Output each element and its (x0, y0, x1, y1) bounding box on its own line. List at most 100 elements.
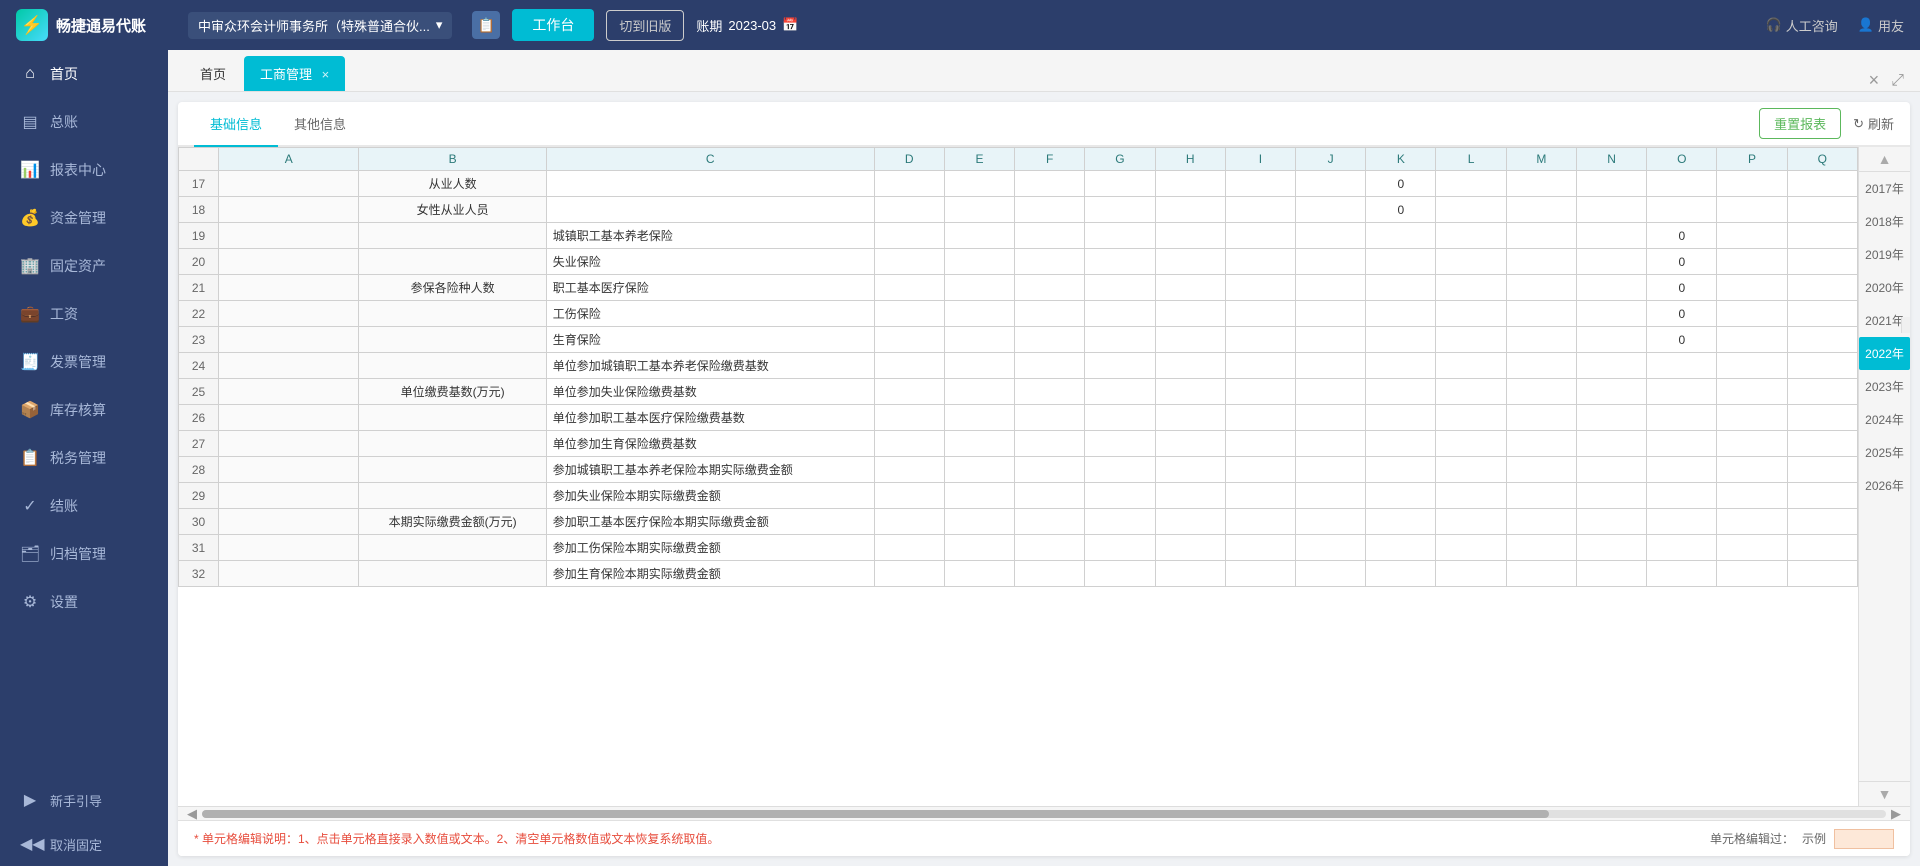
cell-col-m[interactable] (1506, 561, 1576, 587)
cell-col-a[interactable] (219, 431, 359, 457)
cell-col-g[interactable] (1085, 171, 1155, 197)
ai-consult-button[interactable]: 🎧 人工咨询 (1766, 16, 1838, 35)
cell-col-g[interactable] (1085, 431, 1155, 457)
cell-col-l[interactable] (1436, 275, 1506, 301)
cell-col-a[interactable] (219, 249, 359, 275)
cell-col-j[interactable] (1296, 353, 1366, 379)
cell-col-c[interactable]: 生育保险 (546, 327, 874, 353)
cell-col-i[interactable] (1225, 249, 1295, 275)
cell-col-g[interactable] (1085, 353, 1155, 379)
sidebar-item-tax[interactable]: 📋税务管理 (0, 434, 168, 482)
cell-col-b[interactable] (359, 561, 546, 587)
cell-col-j[interactable] (1296, 327, 1366, 353)
cell-col-q[interactable] (1787, 535, 1857, 561)
reset-report-button[interactable]: 重置报表 (1759, 108, 1841, 139)
cell-col-e[interactable] (944, 301, 1014, 327)
cell-col-h[interactable] (1155, 509, 1225, 535)
cell-col-b[interactable] (359, 301, 546, 327)
cell-col-d[interactable] (874, 561, 944, 587)
cell-col-k[interactable]: 0 (1366, 197, 1436, 223)
cell-col-d[interactable] (874, 353, 944, 379)
cell-col-h[interactable] (1155, 353, 1225, 379)
cell-col-j[interactable] (1296, 535, 1366, 561)
cell-col-e[interactable] (944, 431, 1014, 457)
cell-col-j[interactable] (1296, 223, 1366, 249)
cell-col-a[interactable] (219, 405, 359, 431)
cell-col-k[interactable] (1366, 561, 1436, 587)
cell-col-p[interactable] (1717, 561, 1787, 587)
cell-col-o[interactable]: 0 (1647, 327, 1717, 353)
cell-col-k[interactable] (1366, 249, 1436, 275)
cell-col-o[interactable]: 0 (1647, 223, 1717, 249)
cell-col-e[interactable] (944, 535, 1014, 561)
cell-col-m[interactable] (1506, 197, 1576, 223)
year-item-2017年[interactable]: 2017年 (1859, 172, 1910, 205)
cell-col-a[interactable] (219, 379, 359, 405)
cell-col-c[interactable]: 单位参加城镇职工基本养老保险缴费基数 (546, 353, 874, 379)
cell-col-h[interactable] (1155, 483, 1225, 509)
cell-col-e[interactable] (944, 483, 1014, 509)
cell-col-h[interactable] (1155, 457, 1225, 483)
cell-col-l[interactable] (1436, 509, 1506, 535)
year-item-2026年[interactable]: 2026年 (1859, 469, 1910, 502)
cell-col-b[interactable] (359, 483, 546, 509)
cell-col-k[interactable]: 0 (1366, 171, 1436, 197)
cell-col-q[interactable] (1787, 327, 1857, 353)
cell-col-m[interactable] (1506, 275, 1576, 301)
year-scroll-down[interactable]: ▼ (1859, 781, 1910, 806)
calendar-icon[interactable]: 📅 (782, 17, 798, 33)
cell-col-g[interactable] (1085, 249, 1155, 275)
cell-col-k[interactable] (1366, 327, 1436, 353)
cell-col-e[interactable] (944, 249, 1014, 275)
cell-col-l[interactable] (1436, 561, 1506, 587)
year-item-2023年[interactable]: 2023年 (1859, 370, 1910, 403)
cell-col-j[interactable] (1296, 483, 1366, 509)
cell-col-f[interactable] (1015, 171, 1085, 197)
cell-col-o[interactable] (1647, 431, 1717, 457)
cell-col-f[interactable] (1015, 535, 1085, 561)
cell-col-a[interactable] (219, 301, 359, 327)
cell-col-m[interactable] (1506, 379, 1576, 405)
cell-col-l[interactable] (1436, 353, 1506, 379)
sidebar-item-settlement[interactable]: ✓结账 (0, 482, 168, 530)
cell-col-g[interactable] (1085, 223, 1155, 249)
year-item-2022年[interactable]: 2022年 (1859, 337, 1910, 370)
cell-col-h[interactable] (1155, 327, 1225, 353)
cell-col-h[interactable] (1155, 275, 1225, 301)
cell-col-o[interactable] (1647, 483, 1717, 509)
cell-col-c[interactable] (546, 197, 874, 223)
year-item-2019年[interactable]: 2019年 (1859, 238, 1910, 271)
tab-close-icon[interactable]: × (322, 67, 330, 82)
old-version-button[interactable]: 切到旧版 (606, 10, 684, 41)
cell-col-m[interactable] (1506, 327, 1576, 353)
cell-col-c[interactable]: 参加工伤保险本期实际缴费金额 (546, 535, 874, 561)
cell-col-a[interactable] (219, 353, 359, 379)
cell-col-b[interactable] (359, 405, 546, 431)
cell-col-b[interactable]: 从业人数 (359, 171, 546, 197)
cell-col-d[interactable] (874, 171, 944, 197)
cell-col-k[interactable] (1366, 431, 1436, 457)
cell-col-p[interactable] (1717, 405, 1787, 431)
cell-col-i[interactable] (1225, 327, 1295, 353)
cell-col-o[interactable] (1647, 353, 1717, 379)
cell-col-a[interactable] (219, 223, 359, 249)
cell-col-q[interactable] (1787, 223, 1857, 249)
cell-col-q[interactable] (1787, 457, 1857, 483)
cell-col-i[interactable] (1225, 171, 1295, 197)
cell-col-q[interactable] (1787, 483, 1857, 509)
cell-col-i[interactable] (1225, 457, 1295, 483)
cell-col-b[interactable]: 本期实际缴费金额(万元) (359, 509, 546, 535)
cell-col-p[interactable] (1717, 379, 1787, 405)
cell-col-j[interactable] (1296, 431, 1366, 457)
cell-col-b[interactable]: 女性从业人员 (359, 197, 546, 223)
cell-col-d[interactable] (874, 275, 944, 301)
cell-col-n[interactable] (1576, 327, 1646, 353)
cell-col-p[interactable] (1717, 353, 1787, 379)
cell-col-f[interactable] (1015, 197, 1085, 223)
cell-col-b[interactable] (359, 535, 546, 561)
cell-col-l[interactable] (1436, 197, 1506, 223)
cell-col-d[interactable] (874, 405, 944, 431)
cell-col-q[interactable] (1787, 301, 1857, 327)
cell-col-p[interactable] (1717, 249, 1787, 275)
sidebar-item-payroll[interactable]: 💼工资 (0, 290, 168, 338)
